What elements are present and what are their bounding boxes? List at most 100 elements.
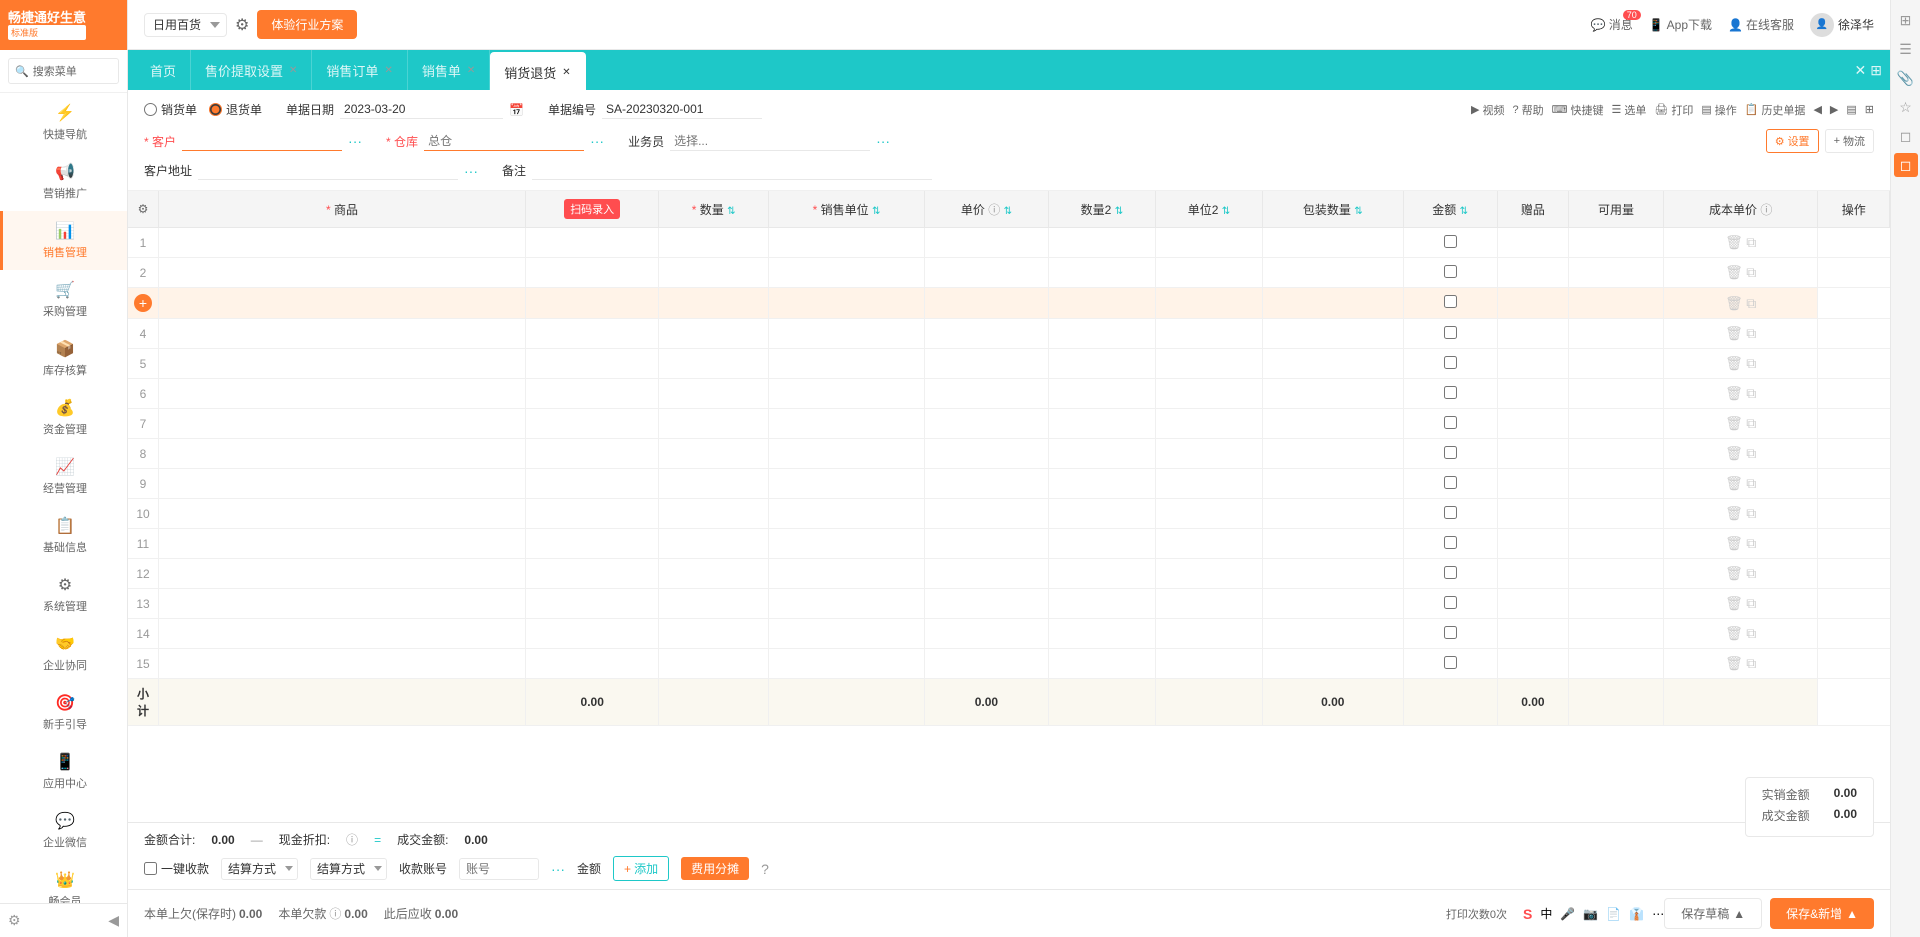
sidebar-item-newguide[interactable]: 🎯 新手引导	[0, 683, 127, 742]
tab-close-icon[interactable]: ✕	[289, 65, 297, 76]
copy-button[interactable]: ⧉	[1746, 295, 1756, 312]
sidebar-item-finance[interactable]: 💰 资金管理	[0, 388, 127, 447]
amount-cell[interactable]	[1262, 439, 1403, 469]
address-select-icon[interactable]: ···	[464, 163, 478, 179]
radio-sale-input[interactable]	[144, 103, 157, 116]
search-menu-button[interactable]: 🔍 搜索菜单	[8, 58, 119, 84]
cost-price-cell[interactable]	[1569, 288, 1664, 319]
available-cell[interactable]	[1497, 589, 1569, 619]
split-button[interactable]: 费用分摊	[681, 857, 749, 880]
gift-cell[interactable]	[1403, 379, 1497, 409]
history-btn[interactable]: 📋 历史单据	[1745, 102, 1806, 118]
price-cell[interactable]	[769, 319, 925, 349]
add-button[interactable]: + 添加	[613, 856, 669, 881]
price-cell[interactable]	[769, 529, 925, 559]
sidebar-item-wechat[interactable]: 💬 企业微信	[0, 801, 127, 860]
delete-button[interactable]: 🗑	[1725, 385, 1743, 402]
unit-cell[interactable]	[659, 379, 769, 409]
gift-cell[interactable]	[1403, 619, 1497, 649]
id-input[interactable]	[602, 100, 762, 119]
packqty-cell[interactable]	[1155, 469, 1262, 499]
price-cell[interactable]	[769, 619, 925, 649]
unit-cell[interactable]	[659, 619, 769, 649]
amount-cell[interactable]	[1262, 258, 1403, 288]
amount-cell[interactable]	[1262, 409, 1403, 439]
price-sort-icon[interactable]: ⇅	[1004, 206, 1012, 217]
unit2-cell[interactable]	[1048, 379, 1155, 409]
product-cell[interactable]	[159, 649, 526, 679]
gift-checkbox[interactable]	[1444, 566, 1457, 579]
unit2-cell[interactable]	[1048, 499, 1155, 529]
salesperson-input[interactable]	[670, 132, 870, 151]
price-cell[interactable]	[769, 499, 925, 529]
qty2-cell[interactable]	[925, 319, 1049, 349]
delete-button[interactable]: 🗑	[1725, 595, 1743, 612]
right-panel-btn1[interactable]: ⊞	[1898, 8, 1914, 33]
topbar-gear-button[interactable]: ⚙	[235, 15, 249, 35]
radio-sale[interactable]: 销货单	[144, 101, 197, 118]
account-input[interactable]	[459, 858, 539, 880]
available-cell[interactable]	[1497, 439, 1569, 469]
cost-price-cell[interactable]	[1569, 559, 1664, 589]
amount-cell[interactable]	[1262, 529, 1403, 559]
sidebar-item-operations[interactable]: 📈 经营管理	[0, 447, 127, 506]
gift-checkbox[interactable]	[1444, 656, 1457, 669]
packqty-cell[interactable]	[1155, 349, 1262, 379]
gift-checkbox[interactable]	[1444, 326, 1457, 339]
qty-sort-icon[interactable]: ⇅	[727, 206, 735, 217]
gift-cell[interactable]	[1403, 228, 1497, 258]
unit2-cell[interactable]	[1048, 439, 1155, 469]
qty-cell[interactable]	[526, 288, 659, 319]
delete-button[interactable]: 🗑	[1725, 325, 1743, 342]
product-cell[interactable]	[159, 439, 526, 469]
industry-select[interactable]: 日用百货	[144, 13, 227, 37]
logistics-btn[interactable]: + 物流	[1825, 129, 1874, 153]
delete-button[interactable]: 🗑	[1725, 535, 1743, 552]
right-panel-btn4[interactable]: ☆	[1897, 95, 1914, 120]
qty-cell[interactable]	[526, 439, 659, 469]
delete-button[interactable]: 🗑	[1725, 295, 1743, 312]
right-panel-btn2[interactable]: ☰	[1897, 37, 1914, 62]
qty2-cell[interactable]	[925, 589, 1049, 619]
packqty-cell[interactable]	[1155, 258, 1262, 288]
unit-cell[interactable]	[659, 258, 769, 288]
gift-checkbox[interactable]	[1444, 596, 1457, 609]
product-input[interactable]	[165, 296, 519, 311]
delete-button[interactable]: 🗑	[1725, 234, 1743, 251]
cost-price-cell[interactable]	[1569, 469, 1664, 499]
copy-button[interactable]: ⧉	[1746, 385, 1756, 402]
gift-cell[interactable]	[1403, 409, 1497, 439]
cost-price-cell[interactable]	[1569, 379, 1664, 409]
gift-cell[interactable]	[1403, 499, 1497, 529]
delete-button[interactable]: 🗑	[1725, 505, 1743, 522]
copy-button[interactable]: ⧉	[1746, 595, 1756, 612]
price-cell[interactable]	[769, 469, 925, 499]
amount-cell[interactable]	[1262, 288, 1403, 319]
qty-cell[interactable]	[526, 469, 659, 499]
list-view-btn[interactable]: ▤	[1846, 103, 1856, 116]
copy-button[interactable]: ⧉	[1746, 234, 1756, 251]
date-input[interactable]	[340, 100, 503, 119]
unit-cell[interactable]	[659, 529, 769, 559]
sidebar-item-appstore[interactable]: 📱 应用中心	[0, 742, 127, 801]
remark-input[interactable]	[532, 161, 932, 180]
packqty-cell[interactable]	[1155, 619, 1262, 649]
app-download-button[interactable]: 📱 App下载	[1649, 16, 1712, 33]
qty2-cell[interactable]	[925, 559, 1049, 589]
unit-cell[interactable]	[659, 589, 769, 619]
available-cell[interactable]	[1497, 559, 1569, 589]
prev-btn[interactable]: ◀	[1813, 103, 1821, 116]
gift-cell[interactable]	[1403, 649, 1497, 679]
gift-checkbox[interactable]	[1444, 446, 1457, 459]
gift-cell[interactable]	[1403, 439, 1497, 469]
cost-price-cell[interactable]	[1569, 228, 1664, 258]
delete-button[interactable]: 🗑	[1725, 655, 1743, 672]
settlement-select[interactable]: 结算方式	[221, 858, 298, 880]
packqty-cell[interactable]	[1155, 649, 1262, 679]
unit-cell[interactable]	[659, 288, 769, 319]
gift-checkbox[interactable]	[1444, 295, 1457, 308]
qty2-cell[interactable]	[925, 529, 1049, 559]
qty2-cell[interactable]	[925, 409, 1049, 439]
amount-cell[interactable]	[1262, 619, 1403, 649]
qty2-cell[interactable]	[925, 649, 1049, 679]
